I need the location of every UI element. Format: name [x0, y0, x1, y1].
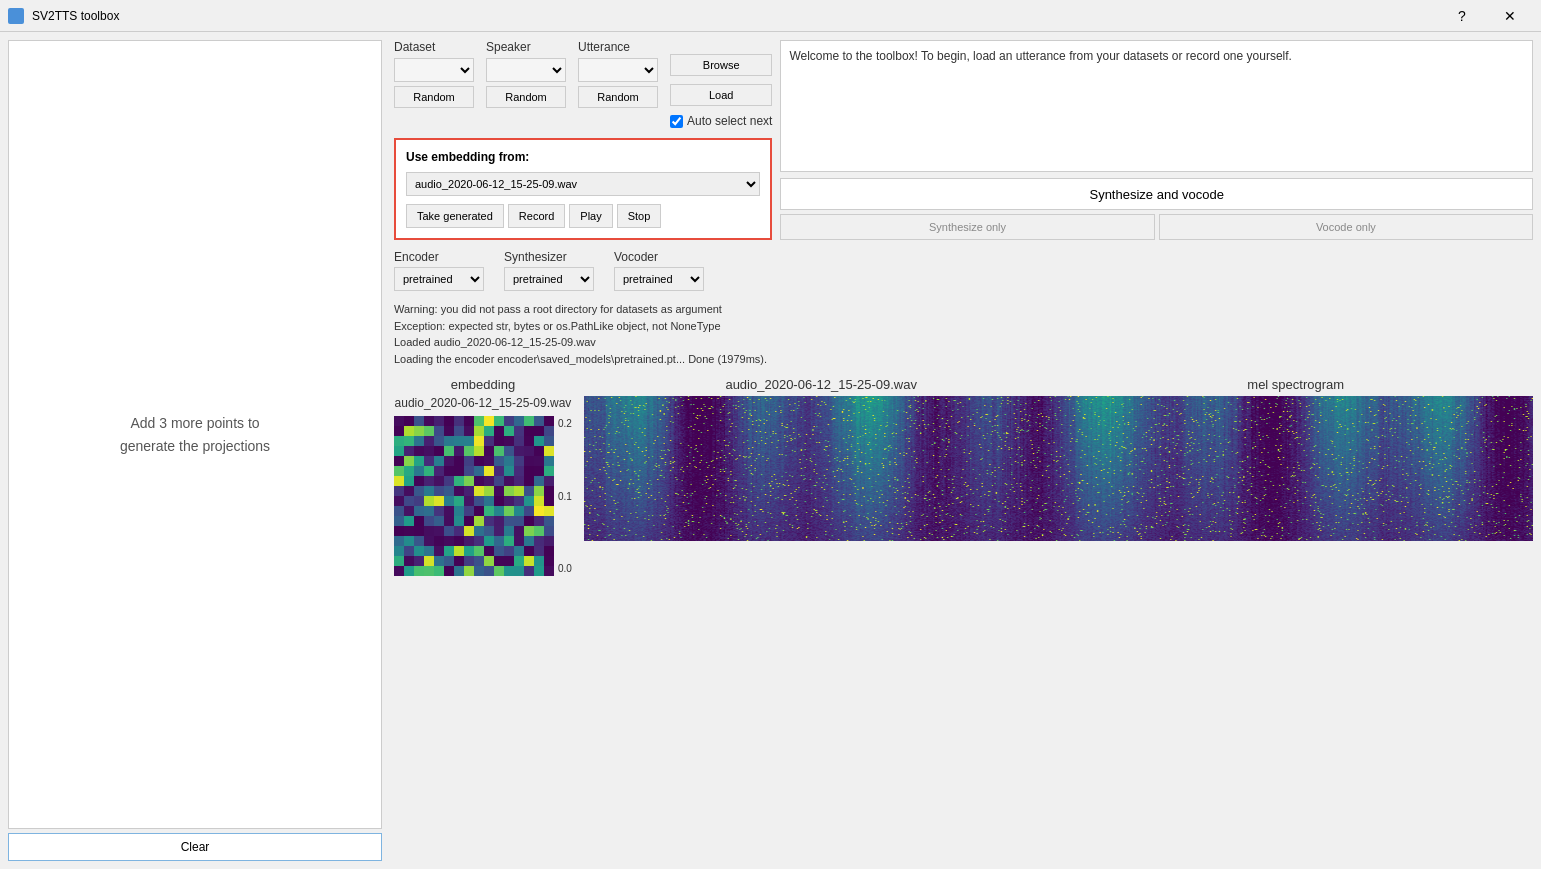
speaker-random-button[interactable]: Random — [486, 86, 566, 108]
left-panel: Add 3 more points to generate the projec… — [0, 32, 390, 869]
utterance-select[interactable] — [578, 58, 658, 82]
utterance-field: Utterance Random — [578, 40, 658, 108]
colorbar-mid: 0.1 — [558, 491, 572, 502]
embedding-filename: audio_2020-06-12_15-25-09.wav — [395, 396, 572, 410]
speaker-select[interactable] — [486, 58, 566, 82]
synthesizer-label: Synthesizer — [504, 250, 594, 264]
colorbar-max: 0.2 — [558, 418, 572, 429]
speaker-field: Speaker Random — [486, 40, 566, 108]
embedding-select[interactable]: audio_2020-06-12_15-25-09.wav — [406, 172, 760, 196]
viz-row: embedding audio_2020-06-12_15-25-09.wav … — [394, 377, 1533, 861]
stop-button[interactable]: Stop — [617, 204, 662, 228]
mel-canvas — [584, 396, 1533, 541]
log-area: Warning: you did not pass a root directo… — [394, 297, 1533, 371]
close-button[interactable]: ✕ — [1487, 0, 1533, 32]
mel-filename: audio_2020-06-12_15-25-09.wav — [584, 377, 1059, 392]
synthesizer-select[interactable]: pretrained — [504, 267, 594, 291]
welcome-box: Welcome to the toolbox! To begin, load a… — [780, 40, 1533, 172]
dataset-select[interactable] — [394, 58, 474, 82]
projection-text: Add 3 more points to generate the projec… — [120, 412, 270, 457]
dataset-label: Dataset — [394, 40, 474, 54]
titlebar-left: SV2TTS toolbox — [8, 8, 119, 24]
auto-select-row: Auto select next — [670, 114, 772, 128]
log-line-1: Warning: you did not pass a root directo… — [394, 301, 1533, 318]
mel-viz: audio_2020-06-12_15-25-09.wav mel spectr… — [584, 377, 1533, 861]
help-button[interactable]: ? — [1439, 0, 1485, 32]
titlebar-controls: ? ✕ — [1439, 0, 1533, 32]
app-title: SV2TTS toolbox — [32, 9, 119, 23]
mel-viz-title: mel spectrogram — [1058, 377, 1533, 392]
synth-section: Synthesize and vocode Synthesize only Vo… — [780, 178, 1533, 240]
colorbar: 0.2 0.1 0.0 — [558, 416, 572, 576]
encoder-select[interactable]: pretrained — [394, 267, 484, 291]
welcome-text: Welcome to the toolbox! To begin, load a… — [789, 49, 1292, 63]
vocoder-field: Vocoder pretrained — [614, 250, 704, 291]
projection-area: Add 3 more points to generate the projec… — [8, 40, 382, 829]
synthesizer-field: Synthesizer pretrained — [504, 250, 594, 291]
top-section: Dataset Random Speaker Random — [394, 40, 1533, 240]
synth-row: Synthesize only Vocode only — [780, 214, 1533, 240]
dataset-section: Dataset Random Speaker Random — [394, 40, 772, 128]
embedding-canvas-wrapper: 0.2 0.1 0.0 — [394, 416, 572, 576]
embedding-viz-title: embedding — [451, 377, 515, 392]
vocoder-label: Vocoder — [614, 250, 704, 264]
browse-button[interactable]: Browse — [670, 54, 772, 76]
speaker-label: Speaker — [486, 40, 566, 54]
synth-vocode-button[interactable]: Synthesize and vocode — [780, 178, 1533, 210]
load-button[interactable]: Load — [670, 84, 772, 106]
encoder-field: Encoder pretrained — [394, 250, 484, 291]
embedding-box: Use embedding from: audio_2020-06-12_15-… — [394, 138, 772, 240]
dataset-random-button[interactable]: Random — [394, 86, 474, 108]
log-line-3: Loaded audio_2020-06-12_15-25-09.wav — [394, 334, 1533, 351]
colorbar-min: 0.0 — [558, 563, 572, 574]
utterance-random-button[interactable]: Random — [578, 86, 658, 108]
utterance-label: Utterance — [578, 40, 658, 54]
encoder-row: Encoder pretrained Synthesizer pretraine… — [394, 250, 1533, 291]
log-line-2: Exception: expected str, bytes or os.Pat… — [394, 318, 1533, 335]
record-button[interactable]: Record — [508, 204, 565, 228]
clear-button[interactable]: Clear — [8, 833, 382, 861]
embedding-title: Use embedding from: — [406, 150, 760, 164]
welcome-and-synth: Welcome to the toolbox! To begin, load a… — [780, 40, 1533, 240]
vocoder-select[interactable]: pretrained — [614, 267, 704, 291]
right-panel: Dataset Random Speaker Random — [390, 32, 1541, 869]
dataset-field: Dataset Random — [394, 40, 474, 108]
app-icon — [8, 8, 24, 24]
synth-only-button[interactable]: Synthesize only — [780, 214, 1154, 240]
embedding-canvas — [394, 416, 554, 576]
vocode-only-button[interactable]: Vocode only — [1159, 214, 1533, 240]
play-button[interactable]: Play — [569, 204, 612, 228]
log-line-4: Loading the encoder encoder\saved_models… — [394, 351, 1533, 368]
embedding-select-row: audio_2020-06-12_15-25-09.wav — [406, 172, 760, 196]
auto-select-checkbox[interactable] — [670, 115, 683, 128]
embedding-viz: embedding audio_2020-06-12_15-25-09.wav … — [394, 377, 572, 861]
main-content: Add 3 more points to generate the projec… — [0, 32, 1541, 869]
encoder-label: Encoder — [394, 250, 484, 264]
controls-left-col: Dataset Random Speaker Random — [394, 40, 772, 240]
browse-load-field: Browse Load Auto select next — [670, 40, 772, 128]
embedding-buttons: Take generated Record Play Stop — [406, 204, 760, 228]
take-generated-button[interactable]: Take generated — [406, 204, 504, 228]
titlebar: SV2TTS toolbox ? ✕ — [0, 0, 1541, 32]
auto-select-label: Auto select next — [687, 114, 772, 128]
